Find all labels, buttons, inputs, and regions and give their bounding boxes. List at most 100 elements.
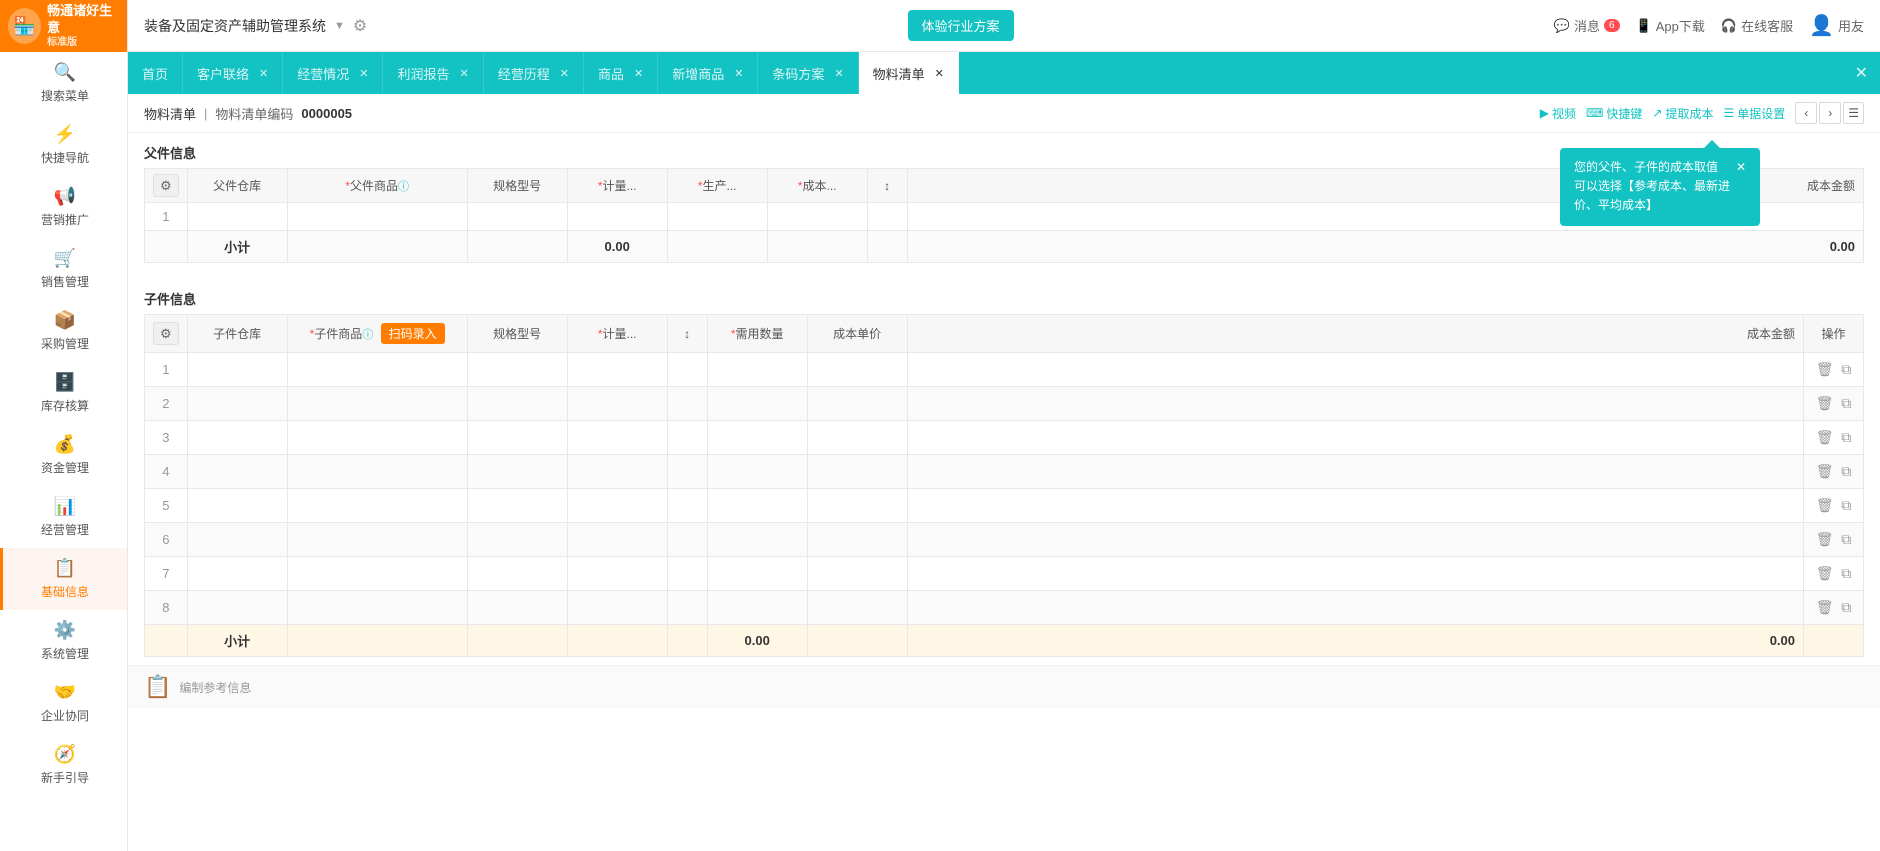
child-unit-cell[interactable] — [567, 489, 667, 523]
child-unit-cell[interactable] — [567, 557, 667, 591]
tab-barcode[interactable]: 条码方案✕ — [758, 52, 858, 94]
sidebar-item-purchase[interactable]: 📦采购管理 — [0, 300, 127, 362]
child-unit-cell[interactable] — [567, 523, 667, 557]
child-qty-cell[interactable] — [707, 523, 807, 557]
copy-row-btn[interactable]: ⧉ — [1839, 461, 1853, 482]
sidebar-item-finance[interactable]: 💰资金管理 — [0, 424, 127, 486]
child-qty-cell[interactable] — [707, 421, 807, 455]
child-unit-cell[interactable] — [567, 591, 667, 625]
child-spec-cell[interactable] — [467, 387, 567, 421]
child-unit-cell[interactable] — [567, 421, 667, 455]
child-unit-cost-cell[interactable] — [807, 557, 907, 591]
copy-row-btn[interactable]: ⧉ — [1839, 495, 1853, 516]
copy-row-btn[interactable]: ⧉ — [1839, 529, 1853, 550]
child-qty-cell[interactable] — [707, 591, 807, 625]
child-warehouse-cell[interactable] — [187, 387, 287, 421]
child-product-cell[interactable] — [287, 455, 467, 489]
child-warehouse-cell[interactable] — [187, 557, 287, 591]
pager-menu[interactable]: ☰ — [1843, 102, 1864, 124]
child-unit-cell[interactable] — [567, 353, 667, 387]
sidebar-item-basicinfo[interactable]: 📋基础信息 — [0, 548, 127, 610]
message-btn[interactable]: 💬 消息 6 — [1554, 16, 1620, 35]
delete-row-btn[interactable]: 🗑 — [1814, 563, 1836, 584]
tab-home[interactable]: 首页 — [128, 52, 183, 94]
single-setting-btn[interactable]: ☰ 单据设置 — [1723, 105, 1785, 122]
child-product-cell[interactable] — [287, 523, 467, 557]
parent-unit-cell[interactable] — [567, 203, 667, 231]
child-unit-cell[interactable] — [567, 387, 667, 421]
sidebar-item-quicknav[interactable]: ⚡快捷导航 — [0, 114, 127, 176]
online-service-btn[interactable]: 🎧 在线客服 — [1721, 16, 1793, 35]
close-tab-icon[interactable]: ✕ — [1851, 63, 1872, 83]
child-spec-cell[interactable] — [467, 557, 567, 591]
child-product-cell[interactable] — [287, 489, 467, 523]
child-unit-cost-cell[interactable] — [807, 523, 907, 557]
child-spec-cell[interactable] — [467, 523, 567, 557]
tab-bom[interactable]: 物料清单✕ — [859, 52, 959, 94]
copy-row-btn[interactable]: ⧉ — [1839, 563, 1853, 584]
tab-close-history[interactable]: ✕ — [560, 67, 569, 80]
child-spec-cell[interactable] — [467, 455, 567, 489]
parent-produce-cell[interactable] — [667, 203, 767, 231]
sidebar-item-inventory[interactable]: 🗄️库存核算 — [0, 362, 127, 424]
child-spec-cell[interactable] — [467, 591, 567, 625]
child-unit-cost-cell[interactable] — [807, 387, 907, 421]
child-warehouse-cell[interactable] — [187, 489, 287, 523]
child-warehouse-cell[interactable] — [187, 421, 287, 455]
delete-row-btn[interactable]: 🗑 — [1814, 529, 1836, 550]
tab-close-operations[interactable]: ✕ — [359, 67, 368, 80]
child-spec-cell[interactable] — [467, 489, 567, 523]
tab-close-customers[interactable]: ✕ — [259, 67, 268, 80]
copy-row-btn[interactable]: ⧉ — [1839, 359, 1853, 380]
extract-cost-btn[interactable]: ↗ 提取成本 — [1652, 105, 1713, 122]
child-warehouse-cell[interactable] — [187, 455, 287, 489]
tab-customers[interactable]: 客户联络✕ — [183, 52, 283, 94]
tab-goods[interactable]: 商品✕ — [584, 52, 658, 94]
parent-spec-cell[interactable] — [467, 203, 567, 231]
delete-row-btn[interactable]: 🗑 — [1814, 597, 1836, 618]
tab-history[interactable]: 经营历程✕ — [484, 52, 584, 94]
child-qty-cell[interactable] — [707, 489, 807, 523]
child-unit-cost-cell[interactable] — [807, 421, 907, 455]
sidebar-item-search[interactable]: 🔍搜索菜单 — [0, 52, 127, 114]
tab-close-bom[interactable]: ✕ — [935, 67, 944, 80]
tab-close-newgoods[interactable]: ✕ — [734, 67, 743, 80]
delete-row-btn[interactable]: 🗑 — [1814, 495, 1836, 516]
tooltip-close-btn[interactable]: ✕ — [1736, 158, 1746, 177]
tab-close-profit[interactable]: ✕ — [460, 67, 469, 80]
scan-input-btn[interactable]: 扫码录入 — [381, 323, 445, 344]
child-product-cell[interactable] — [287, 353, 467, 387]
pager-next[interactable]: › — [1819, 102, 1841, 124]
sidebar-item-guide[interactable]: 🧭新手引导 — [0, 734, 127, 796]
tab-close-barcode[interactable]: ✕ — [834, 67, 843, 80]
tab-newgoods[interactable]: 新增商品✕ — [658, 52, 758, 94]
child-product-cell[interactable] — [287, 387, 467, 421]
sidebar-item-system[interactable]: ⚙️系统管理 — [0, 610, 127, 672]
parent-product-cell[interactable] — [287, 203, 467, 231]
child-qty-cell[interactable] — [707, 455, 807, 489]
delete-row-btn[interactable]: 🗑 — [1814, 393, 1836, 414]
child-warehouse-cell[interactable] — [187, 591, 287, 625]
copy-row-btn[interactable]: ⧉ — [1839, 393, 1853, 414]
tab-close-goods[interactable]: ✕ — [634, 67, 643, 80]
child-spec-cell[interactable] — [467, 353, 567, 387]
child-unit-cost-cell[interactable] — [807, 353, 907, 387]
delete-row-btn[interactable]: 🗑 — [1814, 427, 1836, 448]
child-qty-cell[interactable] — [707, 557, 807, 591]
child-spec-cell[interactable] — [467, 421, 567, 455]
copy-row-btn[interactable]: ⧉ — [1839, 597, 1853, 618]
experience-btn[interactable]: 体验行业方案 — [908, 10, 1014, 41]
gear-icon[interactable]: ⚙ — [353, 16, 367, 36]
sidebar-item-sales[interactable]: 🛒销售管理 — [0, 238, 127, 300]
parent-gear-btn[interactable]: ⚙ — [153, 174, 179, 197]
parent-warehouse-cell[interactable] — [187, 203, 287, 231]
app-download-btn[interactable]: 📱 App下载 — [1636, 16, 1705, 35]
child-warehouse-cell[interactable] — [187, 523, 287, 557]
view-btn[interactable]: ▶ 视频 — [1540, 105, 1576, 122]
copy-row-btn[interactable]: ⧉ — [1839, 427, 1853, 448]
sidebar-item-operation[interactable]: 📊经营管理 — [0, 486, 127, 548]
shortcut-btn[interactable]: ⌨ 快捷键 — [1586, 105, 1642, 122]
tab-profit[interactable]: 利润报告✕ — [383, 52, 483, 94]
child-product-cell[interactable] — [287, 591, 467, 625]
child-unit-cost-cell[interactable] — [807, 591, 907, 625]
